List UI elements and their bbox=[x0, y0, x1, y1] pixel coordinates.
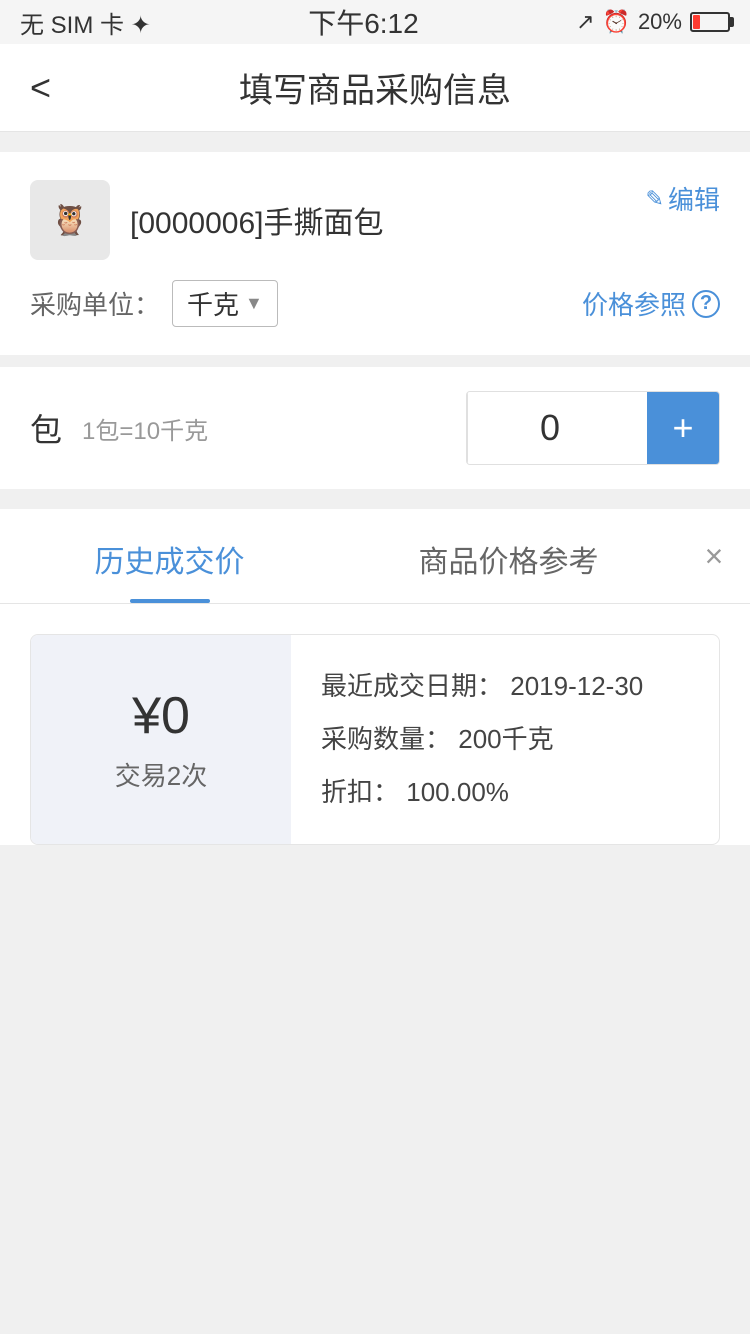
tab-product-price-ref[interactable]: 商品价格参考 bbox=[339, 509, 678, 603]
tab-underline bbox=[130, 599, 210, 603]
product-name: [0000006]手撕面包 bbox=[130, 198, 383, 242]
price-ref-label: 价格参照 bbox=[582, 285, 686, 322]
quantity-input[interactable] bbox=[467, 392, 647, 464]
quantity-plus-button[interactable]: + bbox=[647, 392, 719, 464]
quantity-unit-label: 包 bbox=[30, 405, 62, 451]
sim-signal-text: 无 SIM 卡 ✦ bbox=[20, 5, 151, 40]
nav-bar: < 填写商品采购信息 bbox=[0, 44, 750, 132]
tabs-row: 历史成交价 商品价格参考 × bbox=[0, 509, 750, 604]
product-header: 🦉 [0000006]手撕面包 ✎ 编辑 bbox=[30, 180, 720, 260]
history-card: ¥0 交易2次 最近成交日期： 2019-12-30 采购数量： 200千克 折… bbox=[30, 634, 720, 845]
battery-icon bbox=[690, 12, 730, 32]
section-divider bbox=[0, 355, 750, 367]
status-right: ↗ ⏰ 20% bbox=[576, 9, 730, 35]
back-button[interactable]: < bbox=[30, 57, 61, 119]
product-thumbnail: 🦉 bbox=[30, 180, 110, 260]
quantity-control: + bbox=[466, 391, 720, 465]
status-time: 下午6:12 bbox=[308, 2, 419, 42]
price-ref-link[interactable]: 价格参照 ? bbox=[582, 285, 720, 322]
quantity-row: 包 1包=10千克 + bbox=[0, 367, 750, 489]
purchase-qty-label: 采购数量： bbox=[321, 724, 451, 754]
discount-row: 折扣： 100.00% bbox=[321, 773, 689, 812]
page-title: 填写商品采购信息 bbox=[239, 63, 511, 112]
product-logo-icon: 🦉 bbox=[51, 203, 88, 238]
product-left: 🦉 [0000006]手撕面包 bbox=[30, 180, 383, 260]
unit-left: 采购单位： 千克 ▼ bbox=[30, 280, 278, 327]
history-trade-count: 交易2次 bbox=[115, 756, 207, 793]
discount-value: 100.00% bbox=[406, 777, 509, 807]
status-bar: 无 SIM 卡 ✦ 下午6:12 ↗ ⏰ 20% bbox=[0, 0, 750, 44]
discount-label: 折扣： bbox=[321, 777, 399, 807]
history-price: ¥0 bbox=[132, 686, 190, 746]
alarm-icon: ⏰ bbox=[603, 9, 630, 35]
dropdown-arrow-icon: ▼ bbox=[245, 293, 263, 314]
history-card-left: ¥0 交易2次 bbox=[31, 635, 291, 844]
panel-close-button[interactable]: × bbox=[678, 520, 750, 592]
recent-date-label: 最近成交日期： bbox=[321, 671, 503, 701]
edit-button[interactable]: ✎ 编辑 bbox=[646, 180, 720, 217]
tab-history-price[interactable]: 历史成交价 bbox=[0, 509, 339, 603]
unit-label-text: 采购单位： bbox=[30, 285, 160, 322]
unit-selector[interactable]: 千克 ▼ bbox=[172, 280, 278, 327]
price-panel: 历史成交价 商品价格参考 × ¥0 交易2次 最近成交日期： 2019-12-3… bbox=[0, 509, 750, 845]
recent-date-value: 2019-12-30 bbox=[510, 671, 643, 701]
quantity-unit-desc: 1包=10千克 bbox=[82, 411, 446, 446]
recent-date-row: 最近成交日期： 2019-12-30 bbox=[321, 667, 689, 706]
edit-icon: ✎ bbox=[646, 186, 664, 212]
history-card-right: 最近成交日期： 2019-12-30 采购数量： 200千克 折扣： 100.0… bbox=[291, 635, 719, 844]
nav-icon: ↗ bbox=[576, 9, 594, 35]
unit-value: 千克 bbox=[187, 285, 239, 322]
purchase-qty-row: 采购数量： 200千克 bbox=[321, 720, 689, 759]
purchase-qty-value: 200千克 bbox=[458, 724, 553, 754]
help-icon: ? bbox=[692, 290, 720, 318]
status-left: 无 SIM 卡 ✦ bbox=[20, 5, 151, 40]
battery-percent: 20% bbox=[638, 9, 682, 35]
product-card: 🦉 [0000006]手撕面包 ✎ 编辑 采购单位： 千克 ▼ 价格参照 ? bbox=[0, 152, 750, 355]
product-unit-row: 采购单位： 千克 ▼ 价格参照 ? bbox=[30, 280, 720, 327]
